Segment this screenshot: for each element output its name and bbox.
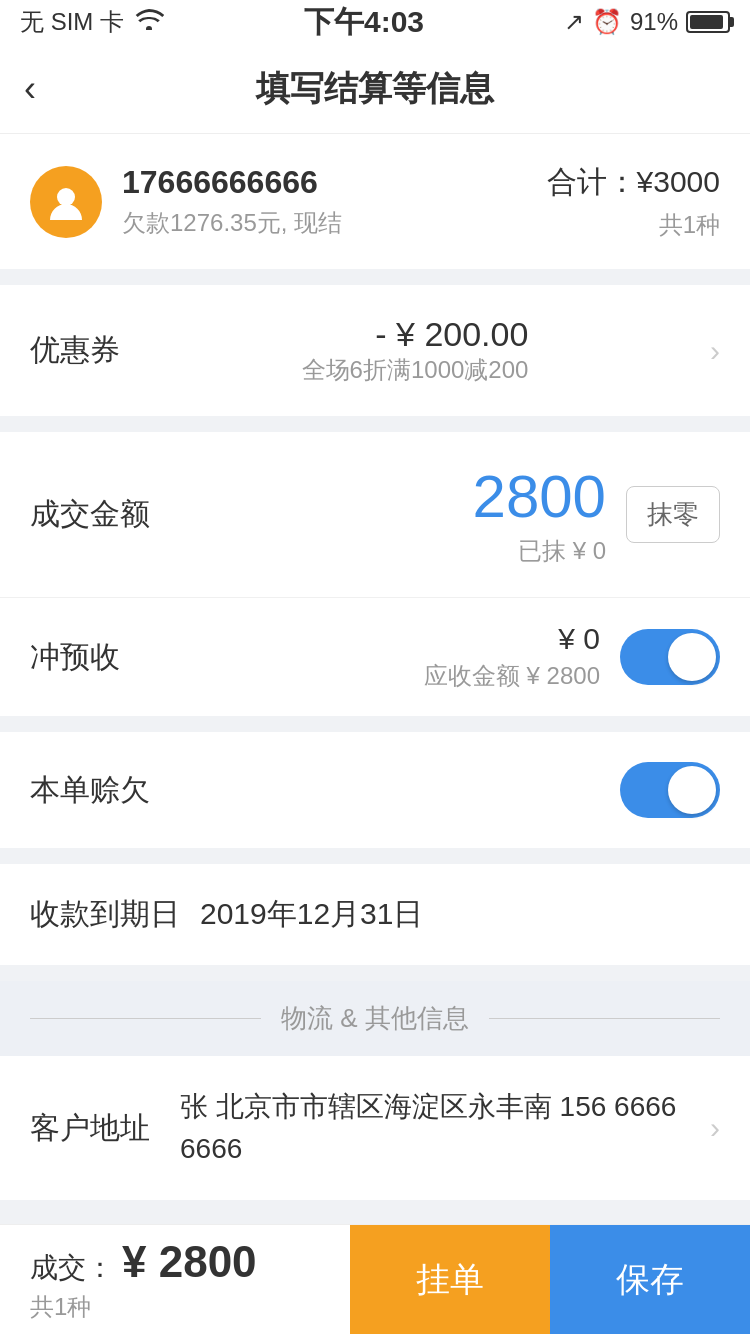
status-bar: 无 SIM 卡 下午4:03 ↗ ⏰ 91% xyxy=(0,0,750,44)
bottom-buttons: 挂单 保存 xyxy=(350,1225,750,1334)
deal-section: 成交金额 2800 已抹 ¥ 0 抹零 冲预收 ¥ 0 应收金额 ¥ 2800 xyxy=(0,432,750,716)
bottom-deal: 成交： ¥ 2800 xyxy=(30,1237,320,1287)
due-date-value: 2019年12月31日 xyxy=(200,894,423,935)
customer-count: 共1种 xyxy=(547,209,720,241)
status-time: 下午4:03 xyxy=(304,2,424,43)
bottom-deal-amount: ¥ 2800 xyxy=(122,1237,257,1287)
deal-right: 2800 已抹 ¥ 0 抹零 xyxy=(473,462,720,567)
save-button[interactable]: 保存 xyxy=(550,1225,750,1334)
customer-right: 合计：¥3000 共1种 xyxy=(547,162,720,241)
address-row[interactable]: 客户地址 张 北京市市辖区海淀区永丰南 156 6666 6666 › xyxy=(0,1056,750,1200)
customer-info: 17666666666 欠款1276.35元, 现结 xyxy=(122,164,342,239)
svg-point-0 xyxy=(57,188,75,206)
prepay-due: 应收金额 ¥ 2800 xyxy=(424,660,600,692)
status-right: ↗ ⏰ 91% xyxy=(564,8,730,36)
coupon-row[interactable]: 优惠券 - ¥ 200.00 全场6折满1000减200 › xyxy=(0,285,750,416)
divider-section: 物流 & 其他信息 xyxy=(0,981,750,1056)
prepay-right: ¥ 0 应收金额 ¥ 2800 xyxy=(424,622,720,692)
nav-header: ‹ 填写结算等信息 xyxy=(0,44,750,134)
owe-section: 本单赊欠 xyxy=(0,732,750,848)
coupon-section: 优惠券 - ¥ 200.00 全场6折满1000减200 › xyxy=(0,285,750,416)
address-chevron-icon: › xyxy=(710,1111,720,1145)
hang-order-button[interactable]: 挂单 xyxy=(350,1225,550,1334)
battery-text: 91% xyxy=(630,8,678,36)
carrier-text: 无 SIM 卡 xyxy=(20,6,124,38)
deal-label: 成交金额 xyxy=(30,494,150,535)
bottom-bar: 成交： ¥ 2800 共1种 挂单 保存 xyxy=(0,1224,750,1334)
avatar xyxy=(30,166,102,238)
bottom-info: 成交： ¥ 2800 共1种 xyxy=(0,1237,350,1323)
divider-line: 物流 & 其他信息 xyxy=(30,1001,720,1036)
due-date-row: 收款到期日 2019年12月31日 xyxy=(30,894,720,935)
customer-phone: 17666666666 xyxy=(122,164,342,201)
prepay-toggle[interactable] xyxy=(620,629,720,685)
address-value: 张 北京市市辖区海淀区永丰南 156 6666 6666 xyxy=(180,1086,710,1170)
address-section: 客户地址 张 北京市市辖区海淀区永丰南 156 6666 6666 › xyxy=(0,1056,750,1200)
status-left: 无 SIM 卡 xyxy=(20,6,164,38)
alarm-icon: ⏰ xyxy=(592,8,622,36)
owe-label: 本单赊欠 xyxy=(30,770,150,811)
chevron-right-icon: › xyxy=(710,334,720,368)
due-date-label: 收款到期日 xyxy=(30,894,180,935)
due-date-section: 收款到期日 2019年12月31日 xyxy=(0,864,750,965)
prepay-label: 冲预收 xyxy=(30,637,120,678)
bottom-deal-label: 成交： xyxy=(30,1249,114,1287)
round-button[interactable]: 抹零 xyxy=(626,486,720,543)
coupon-desc: 全场6折满1000减200 xyxy=(302,354,529,386)
page-title: 填写结算等信息 xyxy=(256,66,494,112)
prepay-row: 冲预收 ¥ 0 应收金额 ¥ 2800 xyxy=(0,597,750,716)
deal-amount-block: 2800 已抹 ¥ 0 xyxy=(473,462,606,567)
bottom-count: 共1种 xyxy=(30,1291,320,1323)
toggle-knob xyxy=(668,633,716,681)
divider-text: 物流 & 其他信息 xyxy=(281,1001,469,1036)
wifi-icon xyxy=(134,8,164,36)
deal-row: 成交金额 2800 已抹 ¥ 0 抹零 xyxy=(0,432,750,597)
owe-toggle-knob xyxy=(668,766,716,814)
content: 17666666666 欠款1276.35元, 现结 合计：¥3000 共1种 … xyxy=(0,134,750,1334)
coupon-value: - ¥ 200.00 xyxy=(302,315,529,354)
owe-toggle[interactable] xyxy=(620,762,720,818)
battery-icon xyxy=(686,11,730,33)
prepay-value: ¥ 0 xyxy=(424,622,600,656)
coupon-right: - ¥ 200.00 全场6折满1000减200 xyxy=(302,315,529,386)
location-icon: ↗ xyxy=(564,8,584,36)
customer-total: 合计：¥3000 xyxy=(547,162,720,203)
address-label: 客户地址 xyxy=(30,1108,150,1149)
coupon-label: 优惠券 xyxy=(30,330,120,371)
back-button[interactable]: ‹ xyxy=(24,68,36,110)
deal-amount: 2800 xyxy=(473,463,606,530)
customer-debt: 欠款1276.35元, 现结 xyxy=(122,207,342,239)
customer-left: 17666666666 欠款1276.35元, 现结 xyxy=(30,164,342,239)
prepay-amount-block: ¥ 0 应收金额 ¥ 2800 xyxy=(424,622,600,692)
deal-sub: 已抹 ¥ 0 xyxy=(473,535,606,567)
customer-card: 17666666666 欠款1276.35元, 现结 合计：¥3000 共1种 xyxy=(0,134,750,269)
